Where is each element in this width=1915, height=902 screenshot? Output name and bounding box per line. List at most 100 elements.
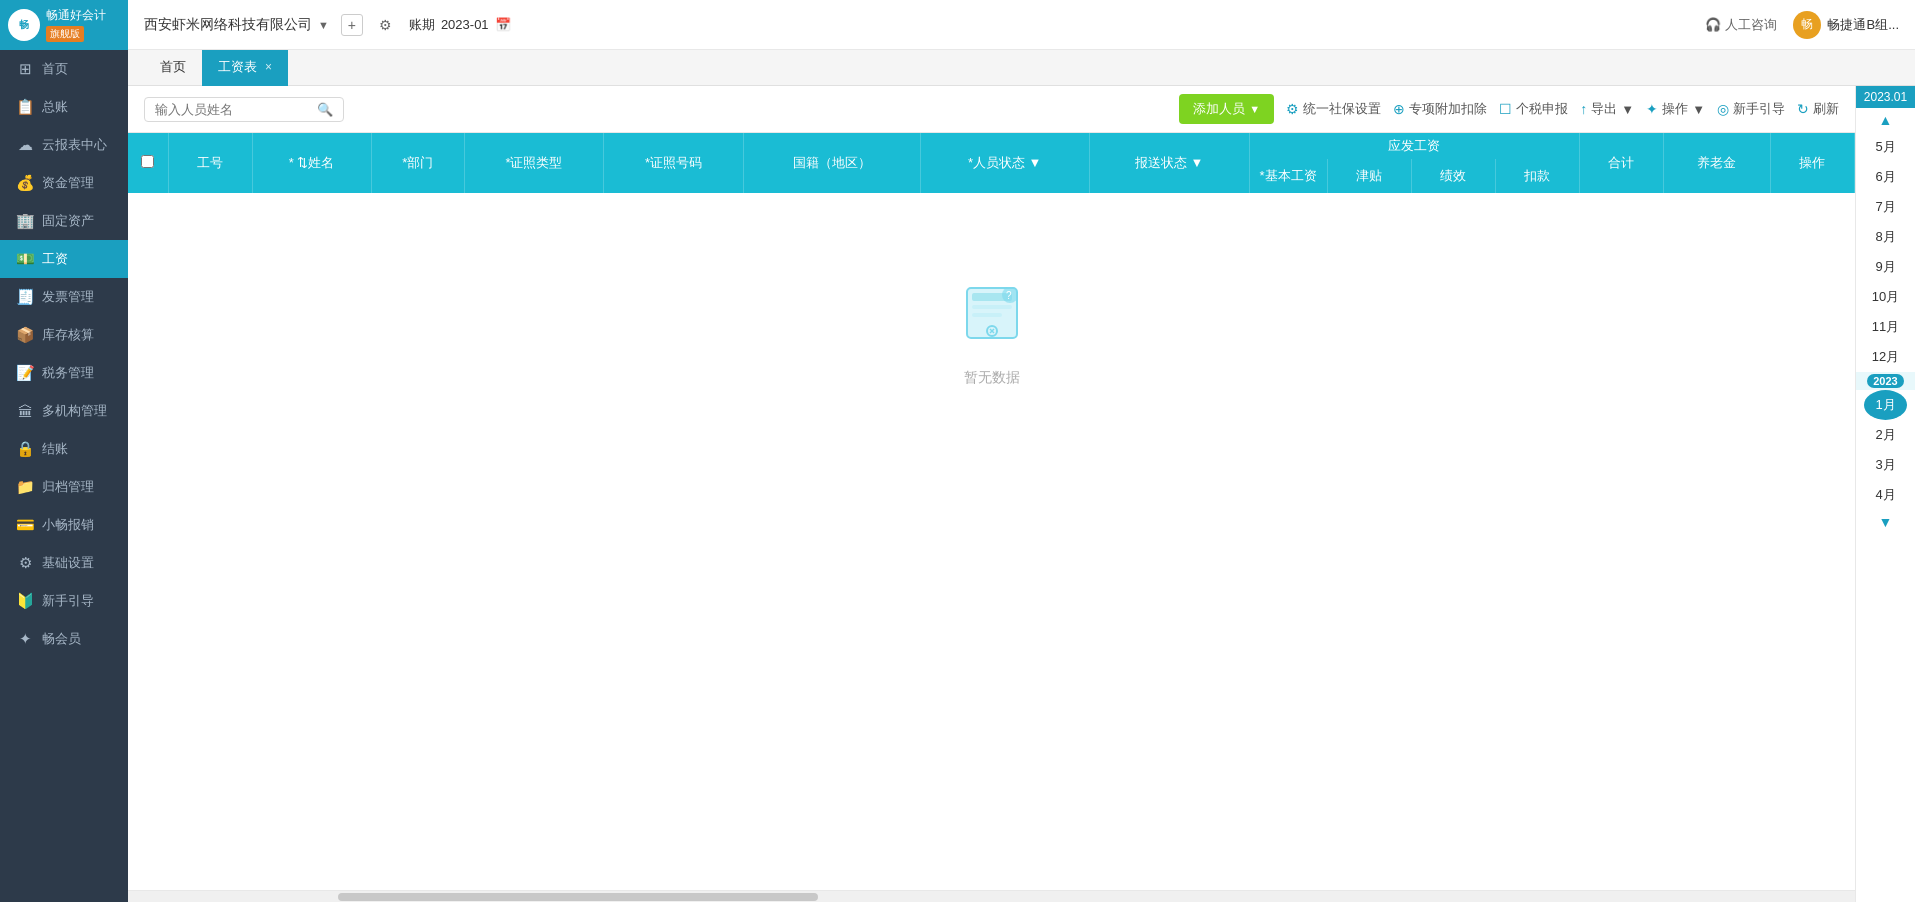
sidebar-item-member[interactable]: ✦畅会员 bbox=[0, 620, 128, 658]
sidebar-label-home: 首页 bbox=[42, 60, 68, 78]
sidebar-nav: ⊞ 首页 📋总账☁云报表中心💰资金管理🏢固定资产💵工资🧾发票管理📦库存核算📝税务管理… bbox=[0, 50, 128, 902]
th-name: * ⇅姓名 bbox=[252, 133, 371, 193]
sidebar-label-fund: 资金管理 bbox=[42, 174, 94, 192]
period-value: 2023-01 bbox=[441, 17, 489, 32]
calendar-icon[interactable]: 📅 bbox=[495, 17, 511, 32]
toolbar-right: 添加人员 ▼ ⚙ 统一社保设置 ⊕ 专项附加扣除 ☐ 个税申报 bbox=[1179, 94, 1839, 124]
date-month-3月[interactable]: 3月 bbox=[1856, 450, 1915, 480]
th-basic-salary: *基本工资 bbox=[1249, 159, 1327, 193]
special-deduct-button[interactable]: ⊕ 专项附加扣除 bbox=[1393, 100, 1487, 118]
user-profile[interactable]: 畅 畅捷通B组... bbox=[1793, 11, 1899, 39]
guide-label: 新手引导 bbox=[1733, 100, 1785, 118]
date-month-7月[interactable]: 7月 bbox=[1856, 192, 1915, 222]
social-security-button[interactable]: ⚙ 统一社保设置 bbox=[1286, 100, 1381, 118]
search-wrap: 🔍 bbox=[144, 97, 344, 122]
th-total: 合计 bbox=[1579, 133, 1663, 193]
date-panel-year-month: 2023.01 bbox=[1864, 90, 1907, 104]
app-version: 旗舰版 bbox=[46, 26, 84, 42]
select-all-checkbox[interactable] bbox=[141, 155, 154, 168]
th-dept: *部门 bbox=[371, 133, 464, 193]
operations-button[interactable]: ✦ 操作 ▼ bbox=[1646, 100, 1705, 118]
settings-icon[interactable]: ⚙ bbox=[375, 14, 397, 36]
th-subsidy: 津贴 bbox=[1327, 159, 1411, 193]
gear-icon: ⚙ bbox=[1286, 101, 1299, 117]
date-month-1月[interactable]: 1月 bbox=[1864, 390, 1907, 420]
sidebar-item-settings[interactable]: ⚙基础设置 bbox=[0, 544, 128, 582]
sidebar: 畅 畅通好会计 旗舰版 ⊞首页📋总账☁云报表中心💰资金管理🏢固定资产💵工资🧾发票… bbox=[0, 0, 128, 902]
filter-status-icon[interactable]: ▼ bbox=[1029, 155, 1042, 170]
tab-home[interactable]: 首页 bbox=[144, 50, 202, 86]
service-button[interactable]: 🎧 人工咨询 bbox=[1705, 16, 1777, 34]
operations-icon: ✦ bbox=[1646, 101, 1658, 117]
salary-table: 工号 * ⇅姓名 *部门 *证照类型 *证照号码 国籍（地区） *人员状态 ▼ … bbox=[128, 133, 1855, 193]
refresh-button[interactable]: ↻ 刷新 bbox=[1797, 100, 1839, 118]
sidebar-item-multi-org[interactable]: 🏛多机构管理 bbox=[0, 392, 128, 430]
date-panel-down[interactable]: ▼ bbox=[1856, 510, 1915, 534]
tab-salary[interactable]: 工资表 × bbox=[202, 50, 288, 86]
inventory-icon: 📦 bbox=[16, 326, 34, 344]
sidebar-label-guide: 新手引导 bbox=[42, 592, 94, 610]
sidebar-item-cloud-report[interactable]: ☁云报表中心 bbox=[0, 126, 128, 164]
table-container: 工号 * ⇅姓名 *部门 *证照类型 *证照号码 国籍（地区） *人员状态 ▼ … bbox=[128, 133, 1855, 890]
date-month-5月[interactable]: 5月 bbox=[1856, 132, 1915, 162]
th-performance: 绩效 bbox=[1411, 159, 1495, 193]
date-month-12月[interactable]: 12月 bbox=[1856, 342, 1915, 372]
sidebar-label-invoice: 发票管理 bbox=[42, 288, 94, 306]
sidebar-item-expense[interactable]: 💳小畅报销 bbox=[0, 506, 128, 544]
sidebar-item-salary[interactable]: 💵工资 bbox=[0, 240, 128, 278]
date-month-2月[interactable]: 2月 bbox=[1856, 420, 1915, 450]
date-month-8月[interactable]: 8月 bbox=[1856, 222, 1915, 252]
table-scrollbar[interactable] bbox=[128, 890, 1855, 902]
add-company-button[interactable]: + bbox=[341, 14, 363, 36]
sort-name-icon: ⇅ bbox=[297, 155, 308, 170]
social-security-label: 统一社保设置 bbox=[1303, 100, 1381, 118]
special-deduct-label: 专项附加扣除 bbox=[1409, 100, 1487, 118]
company-name: 西安虾米网络科技有限公司 bbox=[144, 16, 312, 34]
sidebar-item-home[interactable]: ⊞ 首页 bbox=[0, 50, 128, 88]
toolbar: 🔍 添加人员 ▼ ⚙ 统一社保设置 ⊕ 专项附加扣除 bbox=[128, 86, 1855, 133]
add-person-label: 添加人员 bbox=[1193, 100, 1245, 118]
year-badge-text: 2023 bbox=[1867, 374, 1903, 388]
company-selector[interactable]: 西安虾米网络科技有限公司 ▼ bbox=[144, 16, 329, 34]
add-person-button[interactable]: 添加人员 ▼ bbox=[1179, 94, 1274, 124]
svg-text:?: ? bbox=[1006, 290, 1012, 301]
personal-tax-label: 个税申报 bbox=[1516, 100, 1568, 118]
sidebar-item-fund[interactable]: 💰资金管理 bbox=[0, 164, 128, 202]
date-month-10月[interactable]: 10月 bbox=[1856, 282, 1915, 312]
date-panel-up[interactable]: ▲ bbox=[1856, 108, 1915, 132]
export-button[interactable]: ↑ 导出 ▼ bbox=[1580, 100, 1634, 118]
svg-rect-3 bbox=[972, 313, 1002, 317]
sidebar-item-closing[interactable]: 🔒结账 bbox=[0, 430, 128, 468]
sidebar-item-archive[interactable]: 📁归档管理 bbox=[0, 468, 128, 506]
filter-submit-icon[interactable]: ▼ bbox=[1191, 155, 1204, 170]
refresh-icon: ↻ bbox=[1797, 101, 1809, 117]
sidebar-item-tax[interactable]: 📝税务管理 bbox=[0, 354, 128, 392]
period-label: 账期 bbox=[409, 16, 435, 34]
th-person-status: *人员状态 ▼ bbox=[920, 133, 1089, 193]
svg-rect-2 bbox=[972, 305, 1012, 309]
date-month-9月[interactable]: 9月 bbox=[1856, 252, 1915, 282]
date-month-11月[interactable]: 11月 bbox=[1856, 312, 1915, 342]
th-submit-status: 报送状态 ▼ bbox=[1089, 133, 1249, 193]
sidebar-item-invoice[interactable]: 🧾发票管理 bbox=[0, 278, 128, 316]
sidebar-label-expense: 小畅报销 bbox=[42, 516, 94, 534]
content-area: 🔍 添加人员 ▼ ⚙ 统一社保设置 ⊕ 专项附加扣除 bbox=[128, 86, 1915, 902]
tab-close-icon[interactable]: × bbox=[265, 60, 272, 74]
header-right: 🎧 人工咨询 畅 畅捷通B组... bbox=[1705, 11, 1899, 39]
sidebar-item-inventory[interactable]: 📦库存核算 bbox=[0, 316, 128, 354]
date-month-4月[interactable]: 4月 bbox=[1856, 480, 1915, 510]
chevron-down-icon: ▼ bbox=[318, 19, 329, 31]
sidebar-label-closing: 结账 bbox=[42, 440, 68, 458]
search-input[interactable] bbox=[155, 102, 311, 117]
guide-button[interactable]: ◎ 新手引导 bbox=[1717, 100, 1785, 118]
archive-icon: 📁 bbox=[16, 478, 34, 496]
empty-illustration: ? bbox=[952, 273, 1032, 353]
sidebar-item-guide[interactable]: 🔰新手引导 bbox=[0, 582, 128, 620]
home-icon: ⊞ bbox=[16, 60, 34, 78]
header: 西安虾米网络科技有限公司 ▼ + ⚙ 账期 2023-01 📅 🎧 人工咨询 畅… bbox=[128, 0, 1915, 50]
date-month-6月[interactable]: 6月 bbox=[1856, 162, 1915, 192]
sidebar-item-ledger[interactable]: 📋总账 bbox=[0, 88, 128, 126]
sidebar-item-fixed-assets[interactable]: 🏢固定资产 bbox=[0, 202, 128, 240]
personal-tax-button[interactable]: ☐ 个税申报 bbox=[1499, 100, 1568, 118]
date-panel-header: 2023.01 bbox=[1856, 86, 1915, 108]
